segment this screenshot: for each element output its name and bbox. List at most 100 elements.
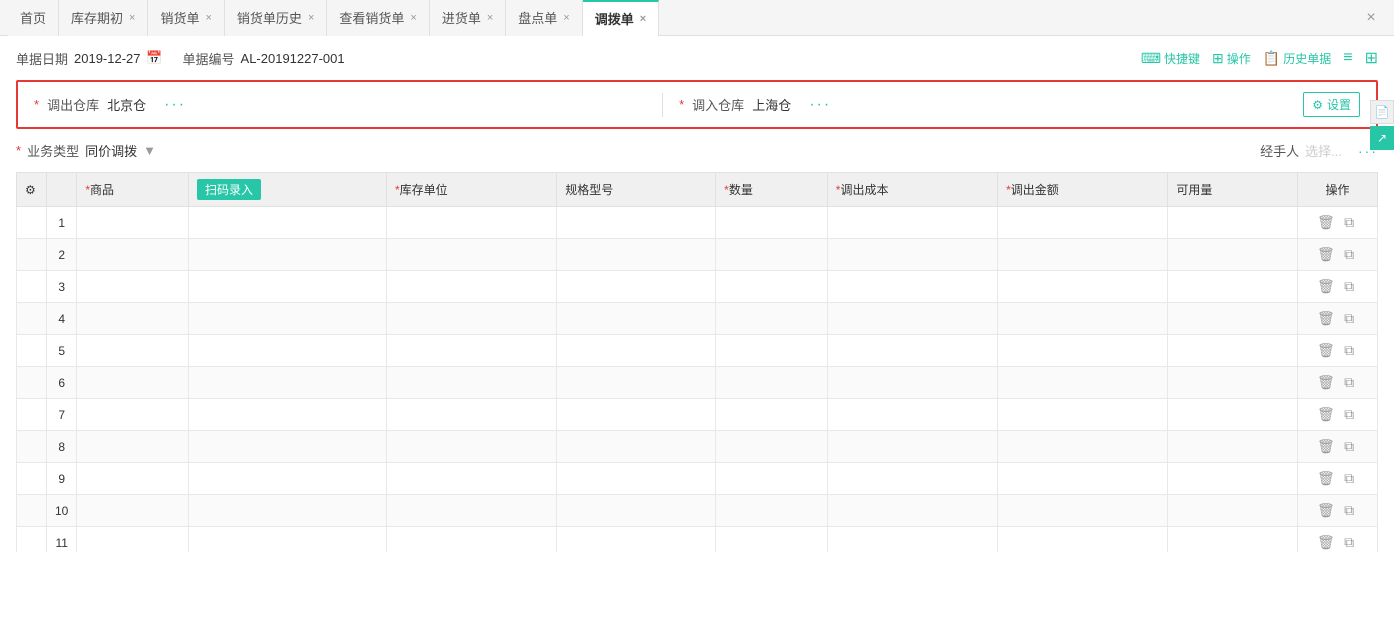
row-unit-7[interactable]	[386, 399, 556, 431]
row-gear-6[interactable]	[17, 367, 47, 399]
row-unit-8[interactable]	[386, 431, 556, 463]
row-spec-4[interactable]	[557, 303, 716, 335]
row-gear-7[interactable]	[17, 399, 47, 431]
tab-purchase[interactable]: 进货单 ×	[430, 0, 506, 36]
row-spec-6[interactable]	[557, 367, 716, 399]
row-product-10[interactable]	[77, 495, 189, 527]
copy-icon-1[interactable]: ⧉	[1339, 213, 1359, 233]
copy-icon-6[interactable]: ⧉	[1339, 373, 1359, 393]
row-qty-11[interactable]	[716, 527, 828, 553]
tab-stocktake[interactable]: 盘点单 ×	[506, 0, 582, 36]
row-cost-4[interactable]	[827, 303, 997, 335]
row-product-11[interactable]	[77, 527, 189, 553]
row-unit-2[interactable]	[386, 239, 556, 271]
row-gear-9[interactable]	[17, 463, 47, 495]
row-amount-11[interactable]	[998, 527, 1168, 553]
operation-btn[interactable]: ⊞ 操作	[1212, 50, 1251, 67]
shortcut-btn[interactable]: ⌨ 快捷键	[1141, 50, 1200, 67]
row-qty-7[interactable]	[716, 399, 828, 431]
copy-icon-11[interactable]: ⧉	[1339, 533, 1359, 553]
delete-icon-11[interactable]: 🗑	[1316, 533, 1336, 553]
th-gear[interactable]: ⚙	[17, 173, 47, 207]
close-tab-stocktake[interactable]: ×	[563, 12, 569, 24]
close-tab-view-sales[interactable]: ×	[410, 12, 416, 24]
tab-view-sales[interactable]: 查看销货单 ×	[327, 0, 429, 36]
row-unit-3[interactable]	[386, 271, 556, 303]
row-product-2[interactable]	[77, 239, 189, 271]
row-unit-4[interactable]	[386, 303, 556, 335]
row-amount-3[interactable]	[998, 271, 1168, 303]
copy-icon-7[interactable]: ⧉	[1339, 405, 1359, 425]
row-cost-3[interactable]	[827, 271, 997, 303]
in-warehouse-value[interactable]: 上海仓	[752, 95, 791, 114]
row-spec-8[interactable]	[557, 431, 716, 463]
row-gear-4[interactable]	[17, 303, 47, 335]
row-qty-4[interactable]	[716, 303, 828, 335]
delete-icon-10[interactable]: 🗑	[1316, 501, 1336, 521]
row-qty-10[interactable]	[716, 495, 828, 527]
row-cost-6[interactable]	[827, 367, 997, 399]
row-product-5[interactable]	[77, 335, 189, 367]
delete-icon-6[interactable]: 🗑	[1316, 373, 1336, 393]
out-warehouse-value[interactable]: 北京仓	[107, 95, 146, 114]
delete-icon-7[interactable]: 🗑	[1316, 405, 1336, 425]
handler-value[interactable]: 选择...	[1305, 141, 1342, 160]
close-all-tabs[interactable]: ×	[1356, 0, 1386, 36]
row-qty-3[interactable]	[716, 271, 828, 303]
copy-icon-8[interactable]: ⧉	[1339, 437, 1359, 457]
tab-home[interactable]: 首页	[8, 0, 59, 36]
row-unit-6[interactable]	[386, 367, 556, 399]
row-amount-5[interactable]	[998, 335, 1168, 367]
row-amount-1[interactable]	[998, 207, 1168, 239]
out-warehouse-more[interactable]: ···	[164, 96, 186, 114]
tab-sales[interactable]: 销货单 ×	[148, 0, 224, 36]
calendar-icon[interactable]: 📅	[147, 50, 163, 66]
copy-icon-2[interactable]: ⧉	[1339, 245, 1359, 265]
row-amount-2[interactable]	[998, 239, 1168, 271]
row-spec-1[interactable]	[557, 207, 716, 239]
row-cost-5[interactable]	[827, 335, 997, 367]
row-qty-6[interactable]	[716, 367, 828, 399]
row-amount-6[interactable]	[998, 367, 1168, 399]
row-gear-5[interactable]	[17, 335, 47, 367]
layout2-btn[interactable]: ⊞	[1365, 48, 1378, 68]
row-cost-1[interactable]	[827, 207, 997, 239]
business-value[interactable]: 同价调拨	[85, 141, 137, 160]
history-btn[interactable]: 📋 历史单据	[1263, 50, 1331, 67]
row-gear-2[interactable]	[17, 239, 47, 271]
delete-icon-8[interactable]: 🗑	[1316, 437, 1336, 457]
row-qty-8[interactable]	[716, 431, 828, 463]
delete-icon-5[interactable]: 🗑	[1316, 341, 1336, 361]
row-product-9[interactable]	[77, 463, 189, 495]
tab-inventory-init[interactable]: 库存期初 ×	[59, 0, 148, 36]
row-product-7[interactable]	[77, 399, 189, 431]
scan-button[interactable]: 扫码录入	[197, 179, 261, 200]
settings-btn[interactable]: ⚙ 设置	[1303, 92, 1360, 117]
row-qty-5[interactable]	[716, 335, 828, 367]
row-spec-3[interactable]	[557, 271, 716, 303]
row-amount-9[interactable]	[998, 463, 1168, 495]
tab-transfer[interactable]: 调拨单 ×	[583, 0, 659, 36]
row-unit-10[interactable]	[386, 495, 556, 527]
close-tab-sales[interactable]: ×	[205, 12, 211, 24]
date-value[interactable]: 2019-12-27	[74, 51, 141, 66]
row-qty-1[interactable]	[716, 207, 828, 239]
row-amount-10[interactable]	[998, 495, 1168, 527]
row-cost-2[interactable]	[827, 239, 997, 271]
row-spec-2[interactable]	[557, 239, 716, 271]
copy-icon-5[interactable]: ⧉	[1339, 341, 1359, 361]
row-product-3[interactable]	[77, 271, 189, 303]
close-tab-sales-history[interactable]: ×	[308, 12, 314, 24]
row-gear-10[interactable]	[17, 495, 47, 527]
row-gear-8[interactable]	[17, 431, 47, 463]
close-tab-transfer[interactable]: ×	[640, 13, 646, 25]
delete-icon-3[interactable]: 🗑	[1316, 277, 1336, 297]
in-warehouse-more[interactable]: ···	[809, 96, 831, 114]
row-cost-9[interactable]	[827, 463, 997, 495]
row-spec-10[interactable]	[557, 495, 716, 527]
row-spec-7[interactable]	[557, 399, 716, 431]
row-unit-1[interactable]	[386, 207, 556, 239]
delete-icon-1[interactable]: 🗑	[1316, 213, 1336, 233]
tab-sales-history[interactable]: 销货单历史 ×	[225, 0, 327, 36]
sidebar-doc-icon[interactable]: 📄	[1370, 100, 1394, 124]
